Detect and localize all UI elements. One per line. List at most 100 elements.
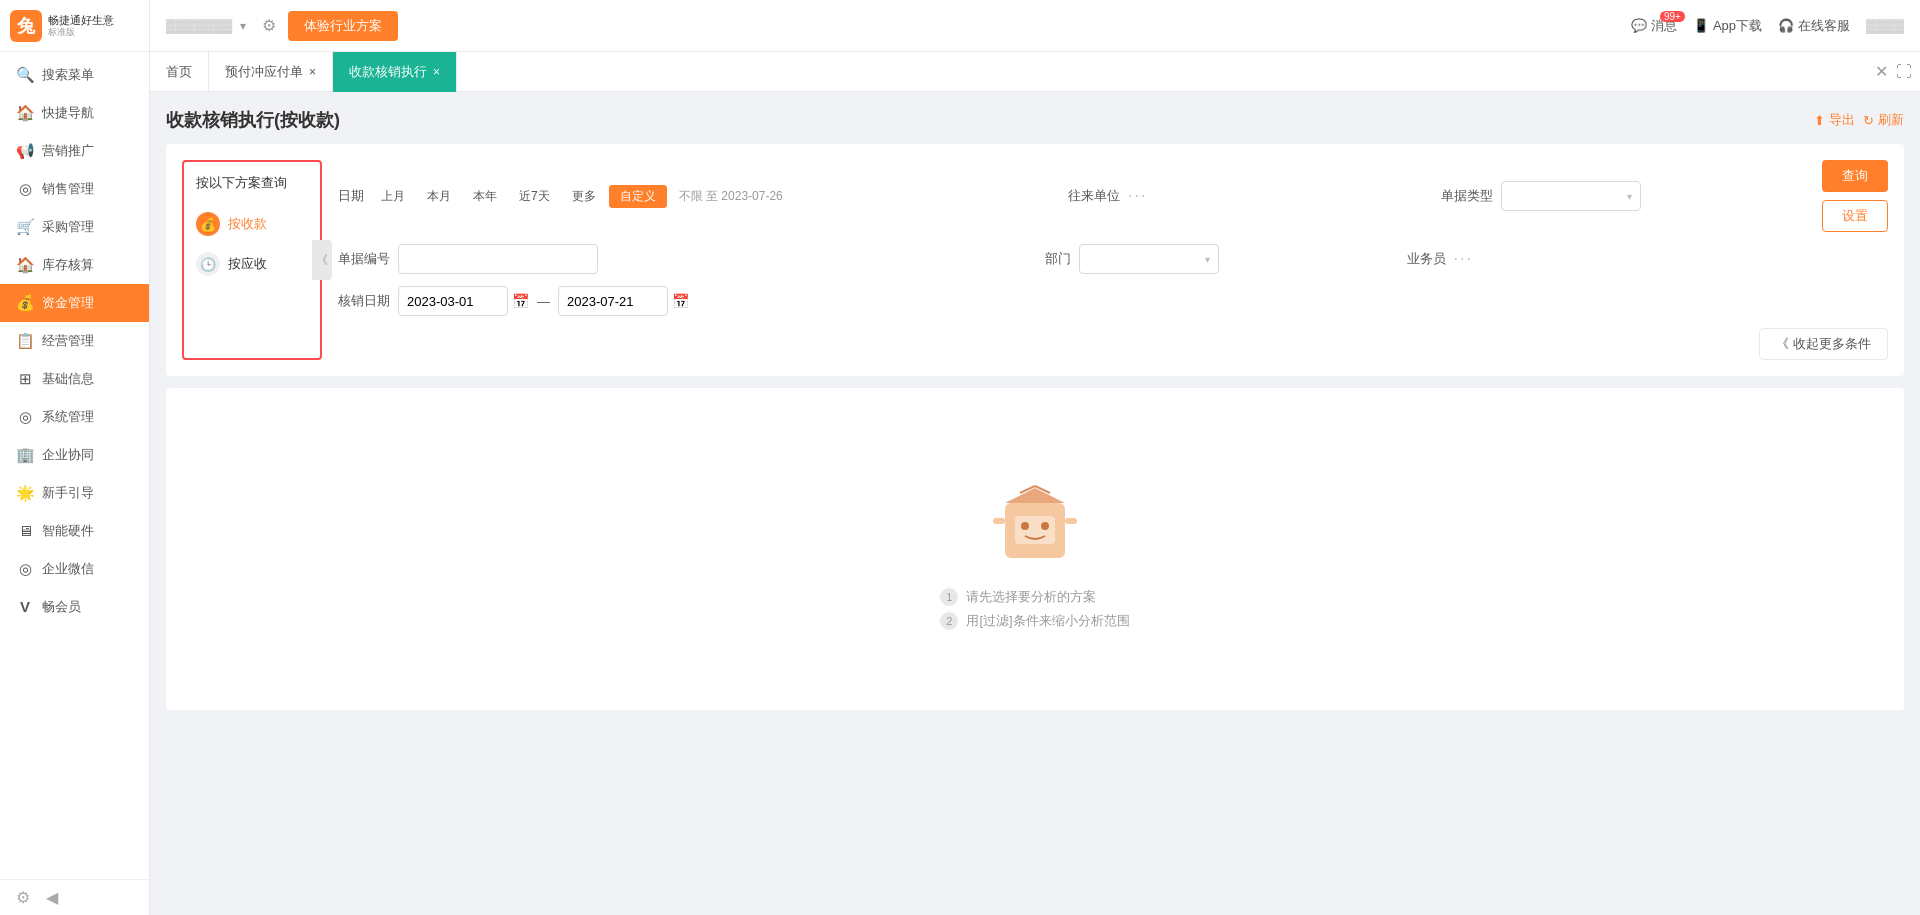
salesperson-field: 业务员 ··· (1407, 250, 1753, 268)
close-tab-icon[interactable]: ✕ (1875, 62, 1888, 81)
verify-date-end-wrap: 📅 (558, 286, 689, 316)
sidebar-item-wechat[interactable]: ◎ 企业微信 (0, 550, 149, 588)
sidebar-item-member[interactable]: V 畅会员 (0, 588, 149, 626)
sidebar-item-search[interactable]: 🔍 搜索菜单 (0, 56, 149, 94)
message-button[interactable]: 💬 消息 99+ (1631, 17, 1677, 35)
tab-collection[interactable]: 收款核销执行 × (333, 52, 457, 92)
date-note: 不限 至 2023-07-26 (679, 188, 783, 205)
verify-date-start-input[interactable] (398, 286, 508, 316)
filter-more-row: 《 收起更多条件 (338, 328, 1888, 360)
tab-home-label: 首页 (166, 63, 192, 81)
filter-option-by-receivable[interactable]: 🕒 按应收 (196, 244, 308, 284)
nav-label-purchase: 采购管理 (42, 218, 94, 236)
svg-marker-1 (1005, 488, 1065, 503)
nav-label-hardware: 智能硬件 (42, 522, 94, 540)
app-download-button[interactable]: 📱 App下载 (1693, 17, 1762, 35)
member-icon: V (16, 598, 34, 616)
sidebar-item-quick-nav[interactable]: 🏠 快捷导航 (0, 94, 149, 132)
refresh-icon: ↻ (1863, 113, 1874, 128)
filter-panel-collapse-button[interactable]: 《 (312, 240, 332, 280)
salesperson-select-button[interactable]: ··· (1454, 250, 1473, 268)
date-last-month-button[interactable]: 上月 (372, 185, 414, 208)
sidebar-collapse-button[interactable]: ◀ (46, 888, 58, 907)
bill-no-input[interactable] (398, 244, 598, 274)
collapse-more-button[interactable]: 《 收起更多条件 (1759, 328, 1888, 360)
maximize-icon[interactable]: ⛶ (1896, 63, 1912, 81)
refresh-button[interactable]: ↻ 刷新 (1863, 111, 1904, 129)
nav-label-wechat: 企业微信 (42, 560, 94, 578)
tab-prepay-close[interactable]: × (309, 65, 316, 79)
dept-field: 部门 ▾ (1045, 244, 1391, 274)
svg-rect-5 (993, 518, 1005, 524)
wechat-icon: ◎ (16, 560, 34, 578)
tab-home[interactable]: 首页 (150, 52, 209, 92)
page-actions: ⬆ 导出 ↻ 刷新 (1814, 111, 1904, 129)
sidebar-item-purchase[interactable]: 🛒 采购管理 (0, 208, 149, 246)
filter-option-by-receipt[interactable]: 💰 按收款 (196, 204, 308, 244)
verify-date-field: 核销日期 📅 — 📅 (338, 286, 1888, 316)
chevron-down-icon: ▾ (1205, 254, 1210, 265)
header-brand: ▓▓▓▓▓▓▓ ▾ ⚙ (166, 16, 276, 35)
sidebar-item-enterprise[interactable]: 🏢 企业协同 (0, 436, 149, 474)
empty-hint-1-text: 请先选择要分析的方案 (966, 588, 1096, 606)
calendar-end-icon[interactable]: 📅 (672, 293, 689, 309)
filter-option-receivable-label: 按应收 (228, 255, 267, 273)
sidebar-nav: 🔍 搜索菜单 🏠 快捷导航 📢 营销推广 ◎ 销售管理 🛒 采购管理 🏠 库存核… (0, 52, 149, 879)
system-icon: ◎ (16, 408, 34, 426)
calendar-start-icon[interactable]: 📅 (512, 293, 529, 309)
sidebar-item-guide[interactable]: 🌟 新手引导 (0, 474, 149, 512)
sidebar-item-basic-info[interactable]: ⊞ 基础信息 (0, 360, 149, 398)
receivable-icon: 🕒 (196, 252, 220, 276)
message-icon: 💬 (1631, 18, 1647, 33)
hardware-icon: 🖥 (16, 522, 34, 540)
tab-bar: 首页 预付冲应付单 × 收款核销执行 × ✕ ⛶ (150, 52, 1920, 92)
nav-label-quick-nav: 快捷导航 (42, 104, 94, 122)
date-this-month-button[interactable]: 本月 (418, 185, 460, 208)
filter-options-panel: 按以下方案查询 💰 按收款 🕒 按应收 《 (182, 160, 322, 360)
empty-hint-1: 1 请先选择要分析的方案 (940, 588, 1129, 606)
header-right: 💬 消息 99+ 📱 App下载 🎧 在线客服 ▓▓▓▓ (1631, 17, 1904, 35)
tab-prepay[interactable]: 预付冲应付单 × (209, 52, 333, 92)
filter-panel: 按以下方案查询 💰 按收款 🕒 按应收 《 日期 上月 (166, 144, 1904, 376)
sidebar-bottom: ⚙ ◀ (0, 879, 149, 915)
settings-bottom-icon[interactable]: ⚙ (16, 888, 30, 907)
svg-point-4 (1041, 522, 1049, 530)
date-custom-button[interactable]: 自定义 (609, 185, 667, 208)
dept-select[interactable]: ▾ (1079, 244, 1219, 274)
sidebar-item-hardware[interactable]: 🖥 智能硬件 (0, 512, 149, 550)
export-button[interactable]: ⬆ 导出 (1814, 111, 1855, 129)
inventory-icon: 🏠 (16, 256, 34, 274)
verify-date-start-wrap: 📅 (398, 286, 529, 316)
sidebar-item-sales[interactable]: ◎ 销售管理 (0, 170, 149, 208)
sidebar-item-marketing[interactable]: 📢 营销推广 (0, 132, 149, 170)
sidebar-item-finance[interactable]: 💰 资金管理 (0, 284, 149, 322)
headset-icon: 🎧 (1778, 18, 1794, 33)
sidebar-item-operations[interactable]: 📋 经营管理 (0, 322, 149, 360)
home-icon: 🏠 (16, 104, 34, 122)
logo-name: 畅捷通好生意 (48, 13, 114, 27)
solution-button[interactable]: 体验行业方案 (288, 11, 398, 41)
bill-type-select[interactable]: ▾ (1501, 181, 1641, 211)
verify-date-end-input[interactable] (558, 286, 668, 316)
counterparty-select-button[interactable]: ··· (1128, 187, 1147, 205)
purchase-icon: 🛒 (16, 218, 34, 236)
app-label: App下载 (1713, 17, 1762, 35)
chevron-down-icon[interactable]: ▾ (240, 19, 246, 33)
sidebar-item-system[interactable]: ◎ 系统管理 (0, 398, 149, 436)
date-7days-button[interactable]: 近7天 (510, 185, 559, 208)
user-name: ▓▓▓▓ (1866, 18, 1904, 33)
gear-icon[interactable]: ⚙ (262, 16, 276, 35)
main-content: 收款核销执行(按收款) ⬆ 导出 ↻ 刷新 按以下方案查询 💰 按收款 🕒 按应… (150, 92, 1920, 915)
settings-button[interactable]: 设置 (1822, 200, 1888, 232)
header: ▓▓▓▓▓▓▓ ▾ ⚙ 体验行业方案 💬 消息 99+ 📱 App下载 🎧 在线… (150, 0, 1920, 52)
date-this-year-button[interactable]: 本年 (464, 185, 506, 208)
tab-collection-close[interactable]: × (433, 65, 440, 79)
query-button[interactable]: 查询 (1822, 160, 1888, 192)
hint-number-2: 2 (940, 612, 958, 630)
date-more-button[interactable]: 更多 (563, 185, 605, 208)
sidebar-item-inventory[interactable]: 🏠 库存核算 (0, 246, 149, 284)
online-service-button[interactable]: 🎧 在线客服 (1778, 17, 1850, 35)
logo-text: 畅捷通好生意 标准版 (48, 13, 114, 39)
export-icon: ⬆ (1814, 113, 1825, 128)
bill-no-field: 单据编号 (338, 244, 1029, 274)
